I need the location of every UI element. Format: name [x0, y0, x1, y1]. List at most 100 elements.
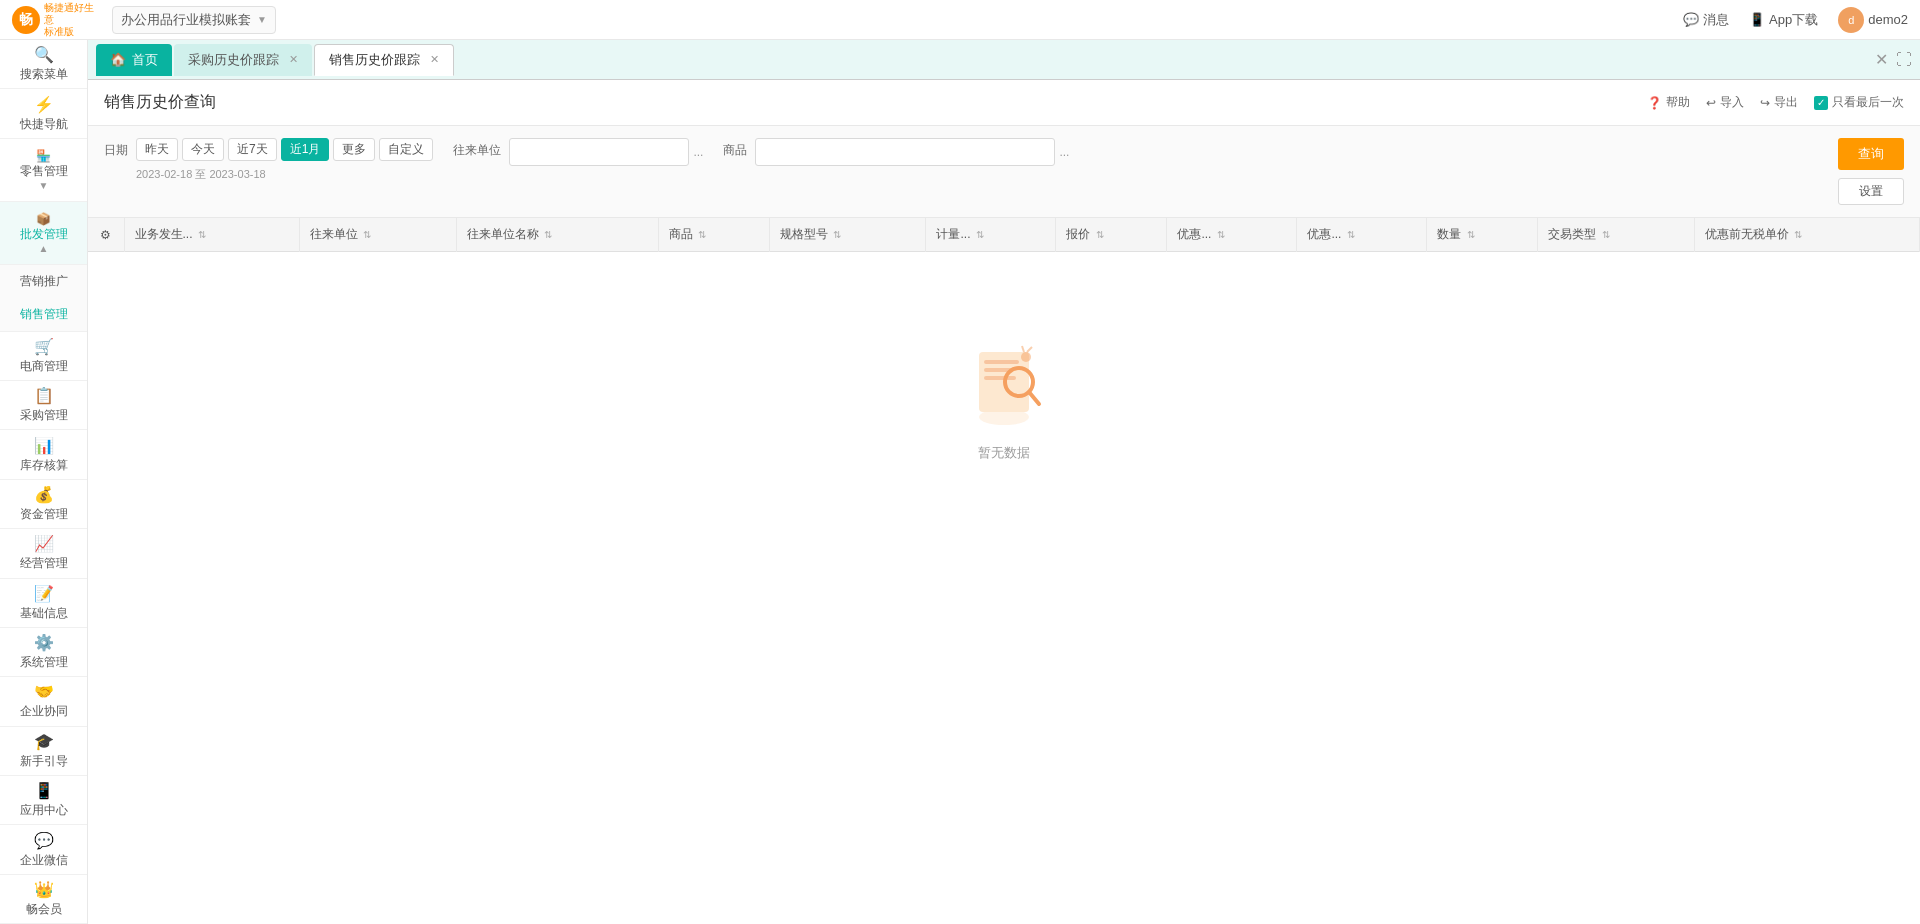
- sidebar-item-shortcuts[interactable]: ⚡ 快捷导航: [0, 89, 87, 138]
- th-spec[interactable]: 规格型号 ⇅: [769, 218, 926, 252]
- close-icon[interactable]: ✕: [430, 53, 439, 66]
- inventory-icon: 📊: [34, 436, 54, 455]
- sidebar-item-marketing[interactable]: 营销推广: [0, 265, 87, 298]
- only-last-label: 只看最后一次: [1832, 94, 1904, 111]
- svg-rect-4: [984, 376, 1016, 380]
- shortcuts-icon: ⚡: [34, 95, 54, 114]
- sidebar-item-label: 采购管理: [20, 407, 68, 424]
- sidebar-item-label: 基础信息: [20, 605, 68, 622]
- only-last-checkbox[interactable]: ✓ 只看最后一次: [1814, 94, 1904, 111]
- sidebar-item-basic[interactable]: 📝 基础信息: [0, 579, 87, 628]
- partner-dots[interactable]: ...: [693, 145, 703, 159]
- partner-input[interactable]: [509, 138, 689, 166]
- th-discount1[interactable]: 优惠... ⇅: [1167, 218, 1297, 252]
- th-settings[interactable]: ⚙: [88, 218, 124, 252]
- member-icon: 👑: [34, 880, 54, 899]
- th-unit[interactable]: 计量... ⇅: [926, 218, 1056, 252]
- sidebar-item-newbie[interactable]: 🎓 新手引导: [0, 727, 87, 776]
- help-button[interactable]: ❓ 帮助: [1647, 94, 1690, 111]
- import-label: 导入: [1720, 94, 1744, 111]
- export-label: 导出: [1774, 94, 1798, 111]
- query-button[interactable]: 查询: [1838, 138, 1904, 170]
- sidebar-item-ecommerce[interactable]: 🛒 电商管理: [0, 332, 87, 381]
- sidebar-item-retail[interactable]: 🏪 零售管理 ▼: [0, 139, 87, 202]
- apps-icon: 📱: [34, 781, 54, 800]
- sidebar-item-sales[interactable]: 销售管理: [0, 298, 87, 331]
- top-right: 💬 消息 📱 App下载 d demo2: [1683, 7, 1908, 33]
- help-label: 帮助: [1666, 94, 1690, 111]
- ecommerce-icon: 🛒: [34, 337, 54, 356]
- tab-sales-history[interactable]: 销售历史价跟踪 ✕: [314, 44, 454, 76]
- import-button[interactable]: ↩ 导入: [1706, 94, 1744, 111]
- chevron-down-icon: ▼: [257, 14, 267, 25]
- th-trade-type[interactable]: 交易类型 ⇅: [1538, 218, 1695, 252]
- sidebar-item-label: 快捷导航: [20, 116, 68, 133]
- sidebar-item-label: 批发管理: [20, 226, 68, 243]
- sidebar-item-label: 电商管理: [20, 358, 68, 375]
- app-download-button[interactable]: 📱 App下载: [1749, 11, 1818, 29]
- purchase-icon: 📋: [34, 386, 54, 405]
- close-window-icon[interactable]: ✕: [1875, 50, 1888, 69]
- empty-icon: [954, 332, 1054, 432]
- wechat-icon: 💬: [34, 831, 54, 850]
- sidebar-item-operations[interactable]: 📈 经营管理: [0, 529, 87, 578]
- table-container: ⚙ 业务发生... ⇅ 往来单位 ⇅ 往来单位名称 ⇅ 商品 ⇅ 规格型号 ⇅ …: [88, 218, 1920, 542]
- th-pretax-price[interactable]: 优惠前无税单价 ⇅: [1694, 218, 1919, 252]
- message-button[interactable]: 💬 消息: [1683, 11, 1729, 29]
- settings-button[interactable]: 设置: [1838, 178, 1904, 205]
- tab-purchase-history[interactable]: 采购历史价跟踪 ✕: [174, 44, 312, 76]
- th-partner-code[interactable]: 往来单位 ⇅: [300, 218, 457, 252]
- th-biz-date[interactable]: 业务发生... ⇅: [124, 218, 300, 252]
- sidebar-item-enterprise[interactable]: 🤝 企业协同: [0, 677, 87, 726]
- th-quantity[interactable]: 数量 ⇅: [1427, 218, 1538, 252]
- goods-input-group: ...: [755, 138, 1069, 166]
- sidebar-item-purchase[interactable]: 📋 采购管理: [0, 381, 87, 430]
- partner-input-group: ...: [509, 138, 703, 166]
- maximize-icon[interactable]: ⛶: [1896, 51, 1912, 69]
- goods-input[interactable]: [755, 138, 1055, 166]
- download-icon: 📱: [1749, 12, 1765, 27]
- tab-home[interactable]: 🏠 首页: [96, 44, 172, 76]
- sidebar-item-member[interactable]: 👑 畅会员: [0, 875, 87, 924]
- import-icon: ↩: [1706, 96, 1716, 110]
- basic-icon: 📝: [34, 584, 54, 603]
- date-btn-1month[interactable]: 近1月: [281, 138, 330, 161]
- search-icon: 🔍: [34, 45, 54, 64]
- th-quoted-price[interactable]: 报价 ⇅: [1056, 218, 1167, 252]
- th-goods[interactable]: 商品 ⇅: [658, 218, 769, 252]
- enterprise-icon: 🤝: [34, 682, 54, 701]
- sidebar-item-search[interactable]: 🔍 搜索菜单: [0, 40, 87, 89]
- logo-icon: 畅: [12, 6, 40, 34]
- export-button[interactable]: ↪ 导出: [1760, 94, 1798, 111]
- th-discount2[interactable]: 优惠... ⇅: [1297, 218, 1427, 252]
- sidebar-item-wholesale[interactable]: 📦 批发管理 ▲: [0, 202, 87, 265]
- sidebar-item-finance[interactable]: 💰 资金管理: [0, 480, 87, 529]
- svg-point-7: [1021, 352, 1031, 362]
- user-menu[interactable]: d demo2: [1838, 7, 1908, 33]
- top-bar: 畅 畅捷通好生意标准版 办公用品行业模拟账套 ▼ 💬 消息 📱 App下载 d …: [0, 0, 1920, 40]
- sidebar-item-inventory[interactable]: 📊 库存核算: [0, 430, 87, 479]
- th-partner-name[interactable]: 往来单位名称 ⇅: [456, 218, 658, 252]
- tab-actions: ✕ ⛶: [1875, 50, 1912, 69]
- date-btn-yesterday[interactable]: 昨天: [136, 138, 178, 161]
- empty-text: 暂无数据: [978, 444, 1030, 462]
- date-btn-today[interactable]: 今天: [182, 138, 224, 161]
- page-header: 销售历史价查询 ❓ 帮助 ↩ 导入 ↪ 导出 ✓: [88, 80, 1920, 126]
- logo-text: 畅捷通好生意标准版: [44, 2, 100, 38]
- sidebar-item-wechat[interactable]: 💬 企业微信: [0, 825, 87, 874]
- sidebar-sub-item-label: 销售管理: [20, 306, 68, 323]
- goods-filter-label: 商品: [723, 138, 747, 159]
- app-selector[interactable]: 办公用品行业模拟账套 ▼: [112, 6, 276, 34]
- sidebar-item-label: 畅会员: [26, 901, 62, 918]
- goods-dots[interactable]: ...: [1059, 145, 1069, 159]
- date-btn-custom[interactable]: 自定义: [379, 138, 433, 161]
- date-btn-7days[interactable]: 近7天: [228, 138, 277, 161]
- sidebar-item-label: 新手引导: [20, 753, 68, 770]
- wholesale-submenu: 营销推广 销售管理: [0, 265, 87, 332]
- sidebar-item-apps[interactable]: 📱 应用中心: [0, 776, 87, 825]
- app-download-label: App下载: [1769, 11, 1818, 29]
- message-icon: 💬: [1683, 12, 1699, 27]
- close-icon[interactable]: ✕: [289, 53, 298, 66]
- sidebar-item-system[interactable]: ⚙️ 系统管理: [0, 628, 87, 677]
- date-btn-more[interactable]: 更多: [333, 138, 375, 161]
